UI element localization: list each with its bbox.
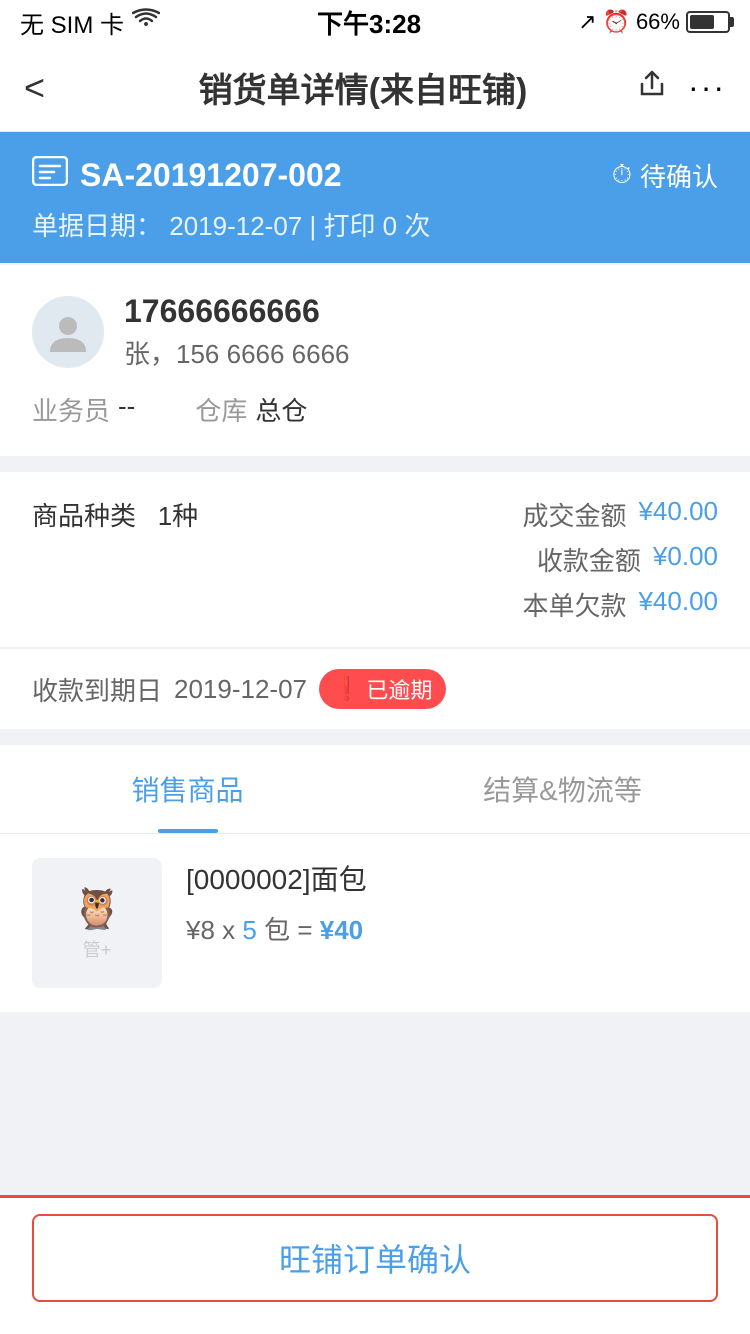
product-quantity: 5 xyxy=(242,915,256,945)
back-button[interactable]: < xyxy=(24,67,84,109)
tab-settlement[interactable]: 结算&物流等 xyxy=(375,745,750,833)
received-amount-value: ¥0.00 xyxy=(653,541,718,578)
tab-section: 销售商品 结算&物流等 🦉 管+ [0000002]面包 ¥8 x 5 包 xyxy=(0,745,750,1012)
due-amount-label: 本单欠款 xyxy=(522,586,626,623)
summary-left: 商品种类 1种 xyxy=(32,496,198,533)
customer-meta: 业务员 -- 仓库 总仓 xyxy=(32,391,718,428)
overdue-icon: ❗ xyxy=(333,676,360,702)
due-section: 收款到期日 2019-12-07 ❗ 已逾期 xyxy=(0,649,750,729)
confirm-order-button[interactable]: 旺铺订单确认 xyxy=(32,1214,718,1302)
transaction-amount-label: 成交金额 xyxy=(522,496,626,533)
due-amount-row: 本单欠款 ¥40.00 xyxy=(522,586,718,623)
status-bar: 无 SIM 卡 下午3:28 ↗ ⏰ 66% xyxy=(0,0,750,44)
product-name: [0000002]面包 xyxy=(186,858,718,898)
tab-bar: 销售商品 结算&物流等 xyxy=(0,745,750,834)
due-amount-value: ¥40.00 xyxy=(638,586,718,623)
bottom-bar: 旺铺订单确认 xyxy=(0,1195,750,1334)
salesperson-value: -- xyxy=(118,391,135,428)
salesperson-label: 业务员 xyxy=(32,391,110,428)
product-unit: 包 xyxy=(264,915,290,945)
nav-actions: ··· xyxy=(626,68,726,107)
product-section: 🦉 管+ [0000002]面包 ¥8 x 5 包 = ¥40 xyxy=(0,834,750,1012)
customer-section: 17666666666 张，156 6666 6666 业务员 -- 仓库 总仓 xyxy=(0,265,750,456)
price-separator: x xyxy=(222,915,242,945)
product-price: ¥8 x 5 包 = ¥40 xyxy=(186,910,718,947)
status-right: ↗ ⏰ 66% xyxy=(578,9,730,35)
overdue-text: 已逾期 xyxy=(366,673,432,705)
status-time: 下午3:28 xyxy=(317,4,421,41)
order-id: SA-20191207-002 xyxy=(32,156,342,194)
nav-title: 销货单详情(来自旺铺) xyxy=(100,63,626,112)
warehouse-value: 总仓 xyxy=(255,391,307,428)
product-thumbnail: 🦉 管+ xyxy=(32,858,162,988)
product-total: ¥40 xyxy=(320,915,363,945)
price-value: ¥8 xyxy=(186,915,215,945)
order-date-row: 单据日期： 2019-12-07 | 打印 0 次 xyxy=(32,206,718,243)
empty-area xyxy=(0,1012,750,1212)
customer-phone: 17666666666 xyxy=(124,293,718,330)
status-left: 无 SIM 卡 xyxy=(20,5,160,40)
transaction-amount-row: 成交金额 ¥40.00 xyxy=(522,496,718,533)
customer-avatar xyxy=(32,296,104,368)
summary-section: 商品种类 1种 成交金额 ¥40.00 收款金额 ¥0.00 本单欠款 ¥40.… xyxy=(0,472,750,647)
warehouse-label: 仓库 xyxy=(195,391,247,428)
order-icon xyxy=(32,156,68,194)
product-details: [0000002]面包 ¥8 x 5 包 = ¥40 xyxy=(186,858,718,947)
share-icon[interactable] xyxy=(636,68,668,107)
nav-bar: < 销货单详情(来自旺铺) ··· xyxy=(0,44,750,132)
product-type-item: 商品种类 1种 xyxy=(32,496,198,533)
price-equals: = xyxy=(297,915,319,945)
more-icon[interactable]: ··· xyxy=(688,69,726,106)
wifi-icon xyxy=(132,8,160,37)
order-date: 2019-12-07 xyxy=(169,211,302,241)
alarm-icon: ⏰ xyxy=(603,9,630,35)
due-date-value: 2019-12-07 xyxy=(174,674,307,705)
transaction-amount-value: ¥40.00 xyxy=(638,496,718,533)
order-status: ⏱ 待确认 xyxy=(612,157,718,194)
status-clock-icon: ⏱ xyxy=(612,159,632,191)
product-brand: 管+ xyxy=(83,936,112,962)
order-id-text: SA-20191207-002 xyxy=(80,157,342,194)
carrier-text: 无 SIM 卡 xyxy=(20,5,124,40)
customer-info: 17666666666 张，156 6666 6666 xyxy=(124,293,718,371)
order-date-label: 单据日期： xyxy=(32,211,162,241)
product-type-value: 1种 xyxy=(158,501,198,531)
received-amount-label: 收款金额 xyxy=(537,541,641,578)
owl-icon: 🦉 xyxy=(72,885,122,932)
customer-name: 张，156 6666 6666 xyxy=(124,334,718,371)
battery-percent: 66% xyxy=(636,9,680,35)
overdue-badge: ❗ 已逾期 xyxy=(319,669,446,709)
due-date-label: 收款到期日 xyxy=(32,671,162,708)
location-icon: ↗ xyxy=(578,9,596,35)
received-amount-row: 收款金额 ¥0.00 xyxy=(537,541,718,578)
order-status-text: 待确认 xyxy=(640,157,718,194)
tab-sales-products[interactable]: 销售商品 xyxy=(0,745,375,833)
product-type-label: 商品种类 xyxy=(32,501,136,531)
order-print-info: | 打印 0 次 xyxy=(309,211,430,241)
order-header: SA-20191207-002 ⏱ 待确认 单据日期： 2019-12-07 |… xyxy=(0,132,750,263)
summary-right: 成交金额 ¥40.00 收款金额 ¥0.00 本单欠款 ¥40.00 xyxy=(522,496,718,623)
product-item: 🦉 管+ [0000002]面包 ¥8 x 5 包 = ¥40 xyxy=(32,858,718,988)
battery-icon xyxy=(686,11,730,33)
